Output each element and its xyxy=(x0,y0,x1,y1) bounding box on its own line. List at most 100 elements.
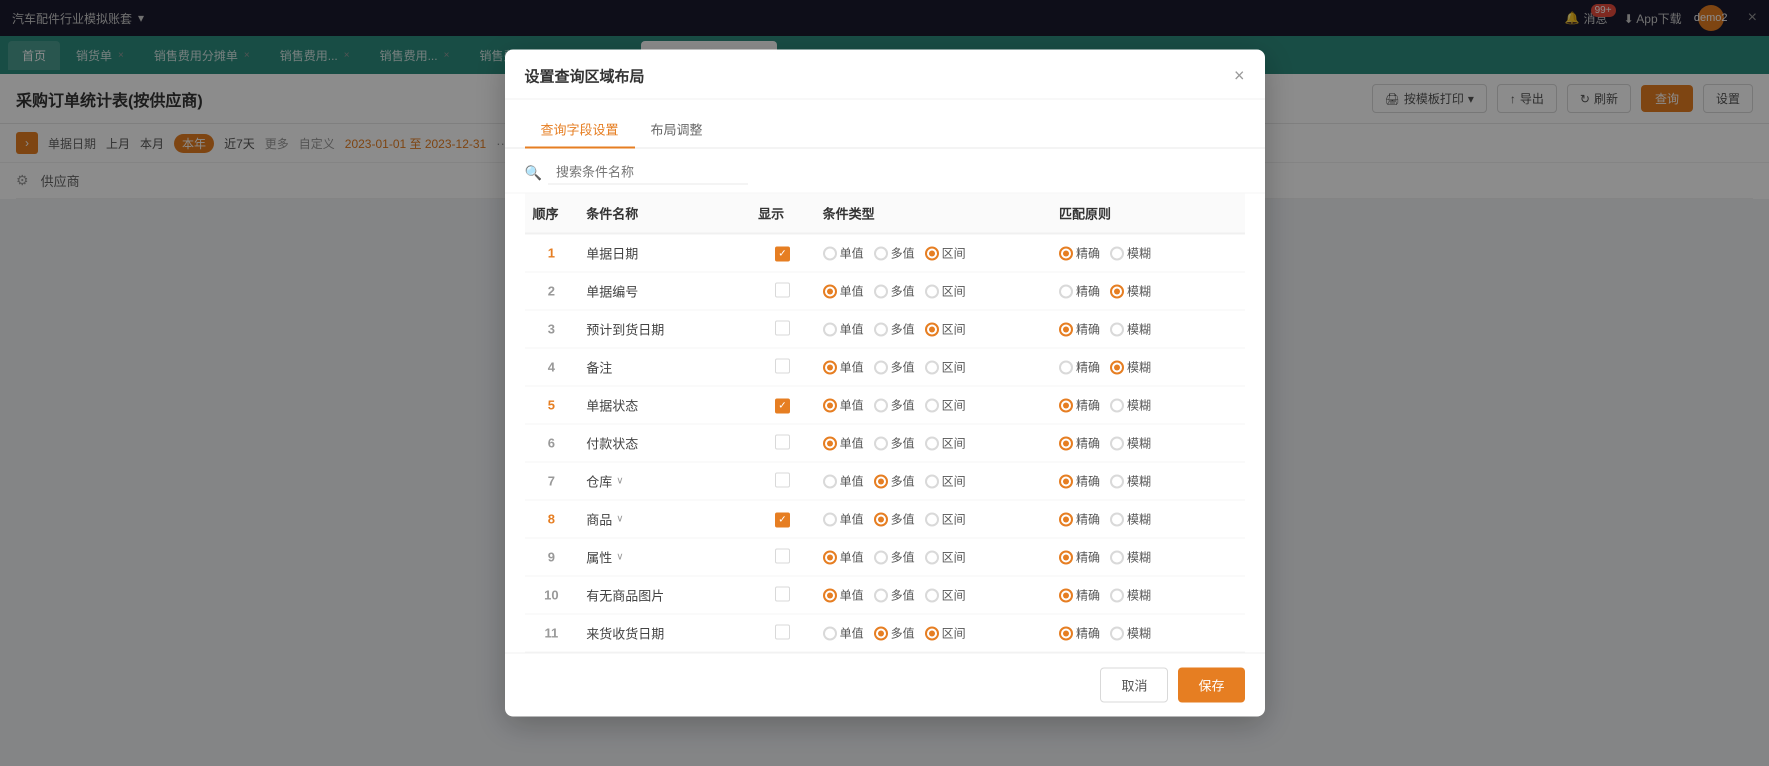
radio-type-range[interactable]: 区间 xyxy=(925,549,966,566)
radio-dot xyxy=(823,550,837,564)
radio-type-multi[interactable]: 多值 xyxy=(874,625,915,642)
checkbox[interactable]: ✓ xyxy=(775,513,790,528)
radio-type-multi[interactable]: 多值 xyxy=(874,511,915,528)
radio-type-range[interactable]: 区间 xyxy=(925,587,966,604)
save-btn[interactable]: 保存 xyxy=(1178,668,1244,703)
checkbox[interactable] xyxy=(775,282,790,297)
radio-match-exact[interactable]: 精确 xyxy=(1059,549,1100,566)
row-show-checkbox[interactable] xyxy=(750,424,814,462)
radio-match-exact[interactable]: 精确 xyxy=(1059,321,1100,338)
checkbox[interactable]: ✓ xyxy=(775,399,790,414)
row-match: 精确模糊 xyxy=(1051,614,1244,652)
radio-type-single[interactable]: 单值 xyxy=(823,359,864,376)
modal-tab-query[interactable]: 查询字段设置 xyxy=(525,112,635,149)
radio-type-multi[interactable]: 多值 xyxy=(874,397,915,414)
radio-match-fuzzy[interactable]: 模糊 xyxy=(1110,321,1151,338)
radio-type-single[interactable]: 单值 xyxy=(823,397,864,414)
row-show-checkbox[interactable] xyxy=(750,272,814,310)
radio-match-exact[interactable]: 精确 xyxy=(1059,245,1100,262)
radio-match-exact[interactable]: 精确 xyxy=(1059,473,1100,490)
radio-type-range[interactable]: 区间 xyxy=(925,245,966,262)
search-input[interactable] xyxy=(548,161,748,185)
radio-type-single[interactable]: 单值 xyxy=(823,511,864,528)
radio-type-range[interactable]: 区间 xyxy=(925,473,966,490)
radio-match-exact[interactable]: 精确 xyxy=(1059,283,1100,300)
row-order: 8 xyxy=(525,500,579,538)
radio-type-range[interactable]: 区间 xyxy=(925,359,966,376)
radio-match-fuzzy[interactable]: 模糊 xyxy=(1110,473,1151,490)
checkbox[interactable] xyxy=(775,624,790,639)
radio-type-multi[interactable]: 多值 xyxy=(874,359,915,376)
radio-type-single[interactable]: 单值 xyxy=(823,549,864,566)
radio-dot xyxy=(925,436,939,450)
radio-match-exact[interactable]: 精确 xyxy=(1059,435,1100,452)
modal-close-btn[interactable]: × xyxy=(1234,66,1245,87)
row-name: 付款状态 xyxy=(578,424,750,462)
row-show-checkbox[interactable]: ✓ xyxy=(750,500,814,538)
checkbox[interactable]: ✓ xyxy=(775,247,790,262)
row-show-checkbox[interactable] xyxy=(750,576,814,614)
checkbox[interactable] xyxy=(775,548,790,563)
radio-dot xyxy=(874,512,888,526)
radio-match-exact[interactable]: 精确 xyxy=(1059,397,1100,414)
radio-type-range[interactable]: 区间 xyxy=(925,435,966,452)
radio-type-multi[interactable]: 多值 xyxy=(874,473,915,490)
row-type: 单值多值区间 xyxy=(815,386,1051,424)
radio-match-exact[interactable]: 精确 xyxy=(1059,625,1100,642)
checkbox[interactable] xyxy=(775,320,790,335)
radio-type-multi[interactable]: 多值 xyxy=(874,283,915,300)
radio-type-range[interactable]: 区间 xyxy=(925,397,966,414)
radio-match-fuzzy[interactable]: 模糊 xyxy=(1110,587,1151,604)
radio-type-single[interactable]: 单值 xyxy=(823,245,864,262)
row-show-checkbox[interactable] xyxy=(750,462,814,500)
radio-match-fuzzy[interactable]: 模糊 xyxy=(1110,359,1151,376)
radio-dot xyxy=(925,322,939,336)
row-show-checkbox[interactable] xyxy=(750,310,814,348)
radio-match-fuzzy[interactable]: 模糊 xyxy=(1110,245,1151,262)
row-show-checkbox[interactable] xyxy=(750,538,814,576)
checkbox[interactable] xyxy=(775,586,790,601)
radio-type-single[interactable]: 单值 xyxy=(823,283,864,300)
radio-type-multi[interactable]: 多值 xyxy=(874,435,915,452)
row-type: 单值多值区间 xyxy=(815,462,1051,500)
checkbox[interactable] xyxy=(775,472,790,487)
radio-match-fuzzy[interactable]: 模糊 xyxy=(1110,283,1151,300)
radio-match-fuzzy[interactable]: 模糊 xyxy=(1110,511,1151,528)
cancel-btn[interactable]: 取消 xyxy=(1100,668,1168,703)
radio-dot xyxy=(1110,246,1124,260)
radio-match-fuzzy[interactable]: 模糊 xyxy=(1110,435,1151,452)
row-match: 精确模糊 xyxy=(1051,538,1244,576)
radio-match-exact[interactable]: 精确 xyxy=(1059,359,1100,376)
row-type: 单值多值区间 xyxy=(815,538,1051,576)
radio-match-fuzzy[interactable]: 模糊 xyxy=(1110,397,1151,414)
radio-type-multi[interactable]: 多值 xyxy=(874,245,915,262)
radio-type-range[interactable]: 区间 xyxy=(925,511,966,528)
radio-type-range[interactable]: 区间 xyxy=(925,321,966,338)
checkbox[interactable] xyxy=(775,358,790,373)
row-show-checkbox[interactable]: ✓ xyxy=(750,234,814,273)
row-show-checkbox[interactable]: ✓ xyxy=(750,386,814,424)
table-header: 顺序 条件名称 显示 条件类型 匹配原则 xyxy=(525,194,1245,234)
radio-match-fuzzy[interactable]: 模糊 xyxy=(1110,549,1151,566)
radio-type-single[interactable]: 单值 xyxy=(823,473,864,490)
table-row: 4备注单值多值区间精确模糊 xyxy=(525,348,1245,386)
radio-match-exact[interactable]: 精确 xyxy=(1059,511,1100,528)
row-name: 属性 ∨ xyxy=(578,538,750,576)
radio-type-range[interactable]: 区间 xyxy=(925,283,966,300)
modal-tab-layout[interactable]: 布局调整 xyxy=(635,112,719,149)
radio-dot xyxy=(823,360,837,374)
radio-match-fuzzy[interactable]: 模糊 xyxy=(1110,625,1151,642)
radio-type-single[interactable]: 单值 xyxy=(823,587,864,604)
radio-type-multi[interactable]: 多值 xyxy=(874,549,915,566)
row-show-checkbox[interactable] xyxy=(750,614,814,652)
row-show-checkbox[interactable] xyxy=(750,348,814,386)
radio-type-single[interactable]: 单值 xyxy=(823,321,864,338)
radio-type-multi[interactable]: 多值 xyxy=(874,321,915,338)
radio-dot xyxy=(823,588,837,602)
radio-type-multi[interactable]: 多值 xyxy=(874,587,915,604)
radio-type-range[interactable]: 区间 xyxy=(925,625,966,642)
checkbox[interactable] xyxy=(775,434,790,449)
radio-match-exact[interactable]: 精确 xyxy=(1059,587,1100,604)
radio-type-single[interactable]: 单值 xyxy=(823,435,864,452)
radio-type-single[interactable]: 单值 xyxy=(823,625,864,642)
